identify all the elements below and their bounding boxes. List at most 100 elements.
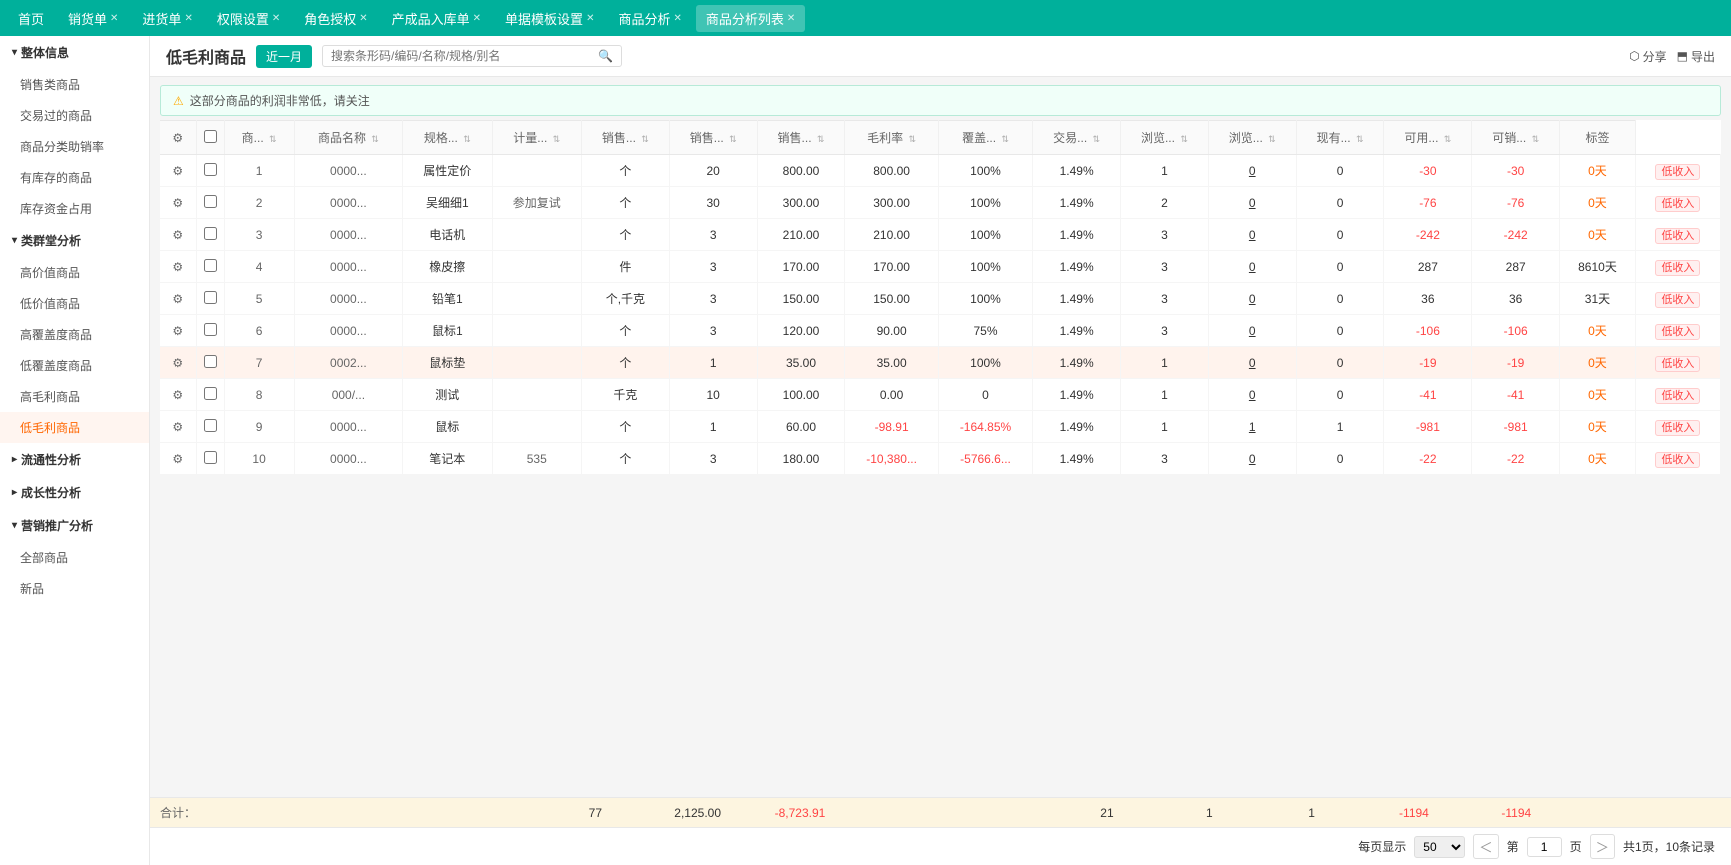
cell-checkbox[interactable] <box>196 347 224 379</box>
close-icon[interactable]: ✕ <box>110 13 118 24</box>
sidebar-group-growth[interactable]: ▸ 成长性分析 <box>0 476 149 509</box>
col-spec[interactable]: 规格... ⇅ <box>403 121 492 155</box>
sidebar-item-traded-goods[interactable]: 交易过的商品 <box>0 100 149 131</box>
export-button[interactable]: ⬒ 导出 <box>1677 48 1715 65</box>
close-icon[interactable]: ✕ <box>359 13 367 24</box>
main-layout: ▾ 整体信息 销售类商品 交易过的商品 商品分类助销率 有库存的商品 库存资金占… <box>0 36 1731 865</box>
col-sales-profit[interactable]: 销售... ⇅ <box>757 121 845 155</box>
col-name[interactable]: 商品名称 ⇅ <box>294 121 402 155</box>
prev-page-button[interactable]: ＜ <box>1473 834 1498 859</box>
cell-settings[interactable]: ⚙ <box>160 219 196 251</box>
cell-views1[interactable]: 0 <box>1208 315 1296 347</box>
sidebar-item-high-coverage[interactable]: 高覆盖度商品 <box>0 319 149 350</box>
sidebar-item-in-stock[interactable]: 有库存的商品 <box>0 162 149 193</box>
page-input[interactable] <box>1527 837 1562 857</box>
nav-product-entry[interactable]: 产成品入库单 ✕ <box>382 5 491 32</box>
sidebar-item-category-sales-rate[interactable]: 商品分类助销率 <box>0 131 149 162</box>
col-settings[interactable]: ⚙ <box>160 121 196 155</box>
cell-views1[interactable]: 0 <box>1208 155 1296 187</box>
search-icon[interactable]: 🔍 <box>598 49 613 63</box>
sidebar-item-low-value[interactable]: 低价值商品 <box>0 288 149 319</box>
col-unit[interactable]: 计量... ⇅ <box>492 121 581 155</box>
table-row: ⚙ 4 0000... 橡皮擦 件 3 170.00 170.00 100% 1… <box>160 251 1721 283</box>
sidebar-group-cluster[interactable]: ▾ 类群堂分析 <box>0 224 149 257</box>
sidebar-item-low-coverage[interactable]: 低覆盖度商品 <box>0 350 149 381</box>
sidebar-group-marketing[interactable]: ▾ 营销推广分析 <box>0 509 149 542</box>
share-button[interactable]: ⬡ 分享 <box>1629 48 1667 65</box>
select-all-checkbox[interactable] <box>204 130 217 143</box>
per-page-select[interactable]: 50 20 100 <box>1414 836 1465 858</box>
close-icon[interactable]: ✕ <box>673 13 681 24</box>
cell-checkbox[interactable] <box>196 411 224 443</box>
col-saleable[interactable]: 可销... ⇅ <box>1472 121 1560 155</box>
cell-views1[interactable]: 1 <box>1208 411 1296 443</box>
cell-settings[interactable]: ⚙ <box>160 315 196 347</box>
cell-coverage: 1.49% <box>1033 315 1121 347</box>
close-icon[interactable]: ✕ <box>787 13 795 24</box>
sidebar-group-overall[interactable]: ▾ 整体信息 <box>0 36 149 69</box>
sidebar-item-new-products[interactable]: 新品 <box>0 573 149 604</box>
cell-checkbox[interactable] <box>196 187 224 219</box>
col-available[interactable]: 可用... ⇅ <box>1384 121 1472 155</box>
period-button[interactable]: 近一月 <box>256 45 312 68</box>
cell-checkbox[interactable] <box>196 315 224 347</box>
nav-permissions[interactable]: 权限设置 ✕ <box>207 5 290 32</box>
nav-home[interactable]: 首页 <box>8 5 54 32</box>
close-icon[interactable]: ✕ <box>586 13 594 24</box>
nav-purchase-order[interactable]: 进货单 ✕ <box>132 5 202 32</box>
cell-settings[interactable]: ⚙ <box>160 155 196 187</box>
cell-unit: 个 <box>581 347 669 379</box>
col-gross-margin[interactable]: 毛利率 ⇅ <box>845 121 938 155</box>
cell-views1[interactable]: 0 <box>1208 443 1296 475</box>
cell-sales-qty: 3 <box>669 443 757 475</box>
close-icon[interactable]: ✕ <box>473 13 481 24</box>
col-transactions[interactable]: 交易... ⇅ <box>1033 121 1121 155</box>
sidebar-item-sales-goods[interactable]: 销售类商品 <box>0 69 149 100</box>
sidebar-item-high-margin[interactable]: 高毛利商品 <box>0 381 149 412</box>
cell-checkbox[interactable] <box>196 443 224 475</box>
cell-no: 8 <box>224 379 294 411</box>
cell-settings[interactable]: ⚙ <box>160 379 196 411</box>
sidebar-item-all-products[interactable]: 全部商品 <box>0 542 149 573</box>
cell-views1[interactable]: 0 <box>1208 187 1296 219</box>
cell-views1[interactable]: 0 <box>1208 379 1296 411</box>
col-checkbox[interactable] <box>196 121 224 155</box>
cell-settings[interactable]: ⚙ <box>160 347 196 379</box>
search-input[interactable] <box>331 49 593 63</box>
next-page-button[interactable]: ＞ <box>1590 834 1615 859</box>
cell-settings[interactable]: ⚙ <box>160 283 196 315</box>
cell-checkbox[interactable] <box>196 379 224 411</box>
cell-sales-profit: 150.00 <box>845 283 938 315</box>
col-code[interactable]: 商... ⇅ <box>224 121 294 155</box>
col-sales-qty[interactable]: 销售... ⇅ <box>581 121 669 155</box>
close-icon[interactable]: ✕ <box>272 13 280 24</box>
cell-settings[interactable]: ⚙ <box>160 411 196 443</box>
cell-checkbox[interactable] <box>196 283 224 315</box>
cell-checkbox[interactable] <box>196 251 224 283</box>
sidebar-item-stock-capital[interactable]: 库存资金占用 <box>0 193 149 224</box>
sidebar-item-low-margin[interactable]: 低毛利商品 <box>0 412 149 443</box>
col-views1[interactable]: 浏览... ⇅ <box>1121 121 1209 155</box>
cell-views1[interactable]: 0 <box>1208 251 1296 283</box>
cell-checkbox[interactable] <box>196 155 224 187</box>
nav-template-settings[interactable]: 单据模板设置 ✕ <box>495 5 604 32</box>
cell-views1[interactable]: 0 <box>1208 283 1296 315</box>
nav-sales-order[interactable]: 销货单 ✕ <box>58 5 128 32</box>
col-coverage[interactable]: 覆盖... ⇅ <box>938 121 1032 155</box>
col-sales-amount[interactable]: 销售... ⇅ <box>669 121 757 155</box>
sidebar-item-high-value[interactable]: 高价值商品 <box>0 257 149 288</box>
cell-settings[interactable]: ⚙ <box>160 187 196 219</box>
sidebar-group-circulation[interactable]: ▸ 流通性分析 <box>0 443 149 476</box>
cell-checkbox[interactable] <box>196 219 224 251</box>
cell-settings[interactable]: ⚙ <box>160 443 196 475</box>
nav-product-analysis[interactable]: 商品分析 ✕ <box>608 5 691 32</box>
cell-settings[interactable]: ⚙ <box>160 251 196 283</box>
nav-product-analysis-list[interactable]: 商品分析列表 ✕ <box>696 5 805 32</box>
col-current-stock[interactable]: 现有... ⇅ <box>1296 121 1384 155</box>
cell-views1[interactable]: 0 <box>1208 219 1296 251</box>
close-icon[interactable]: ✕ <box>184 13 192 24</box>
cell-sales-amount: 800.00 <box>757 155 845 187</box>
cell-views1[interactable]: 0 <box>1208 347 1296 379</box>
nav-role-auth[interactable]: 角色授权 ✕ <box>294 5 377 32</box>
col-views2[interactable]: 浏览... ⇅ <box>1208 121 1296 155</box>
